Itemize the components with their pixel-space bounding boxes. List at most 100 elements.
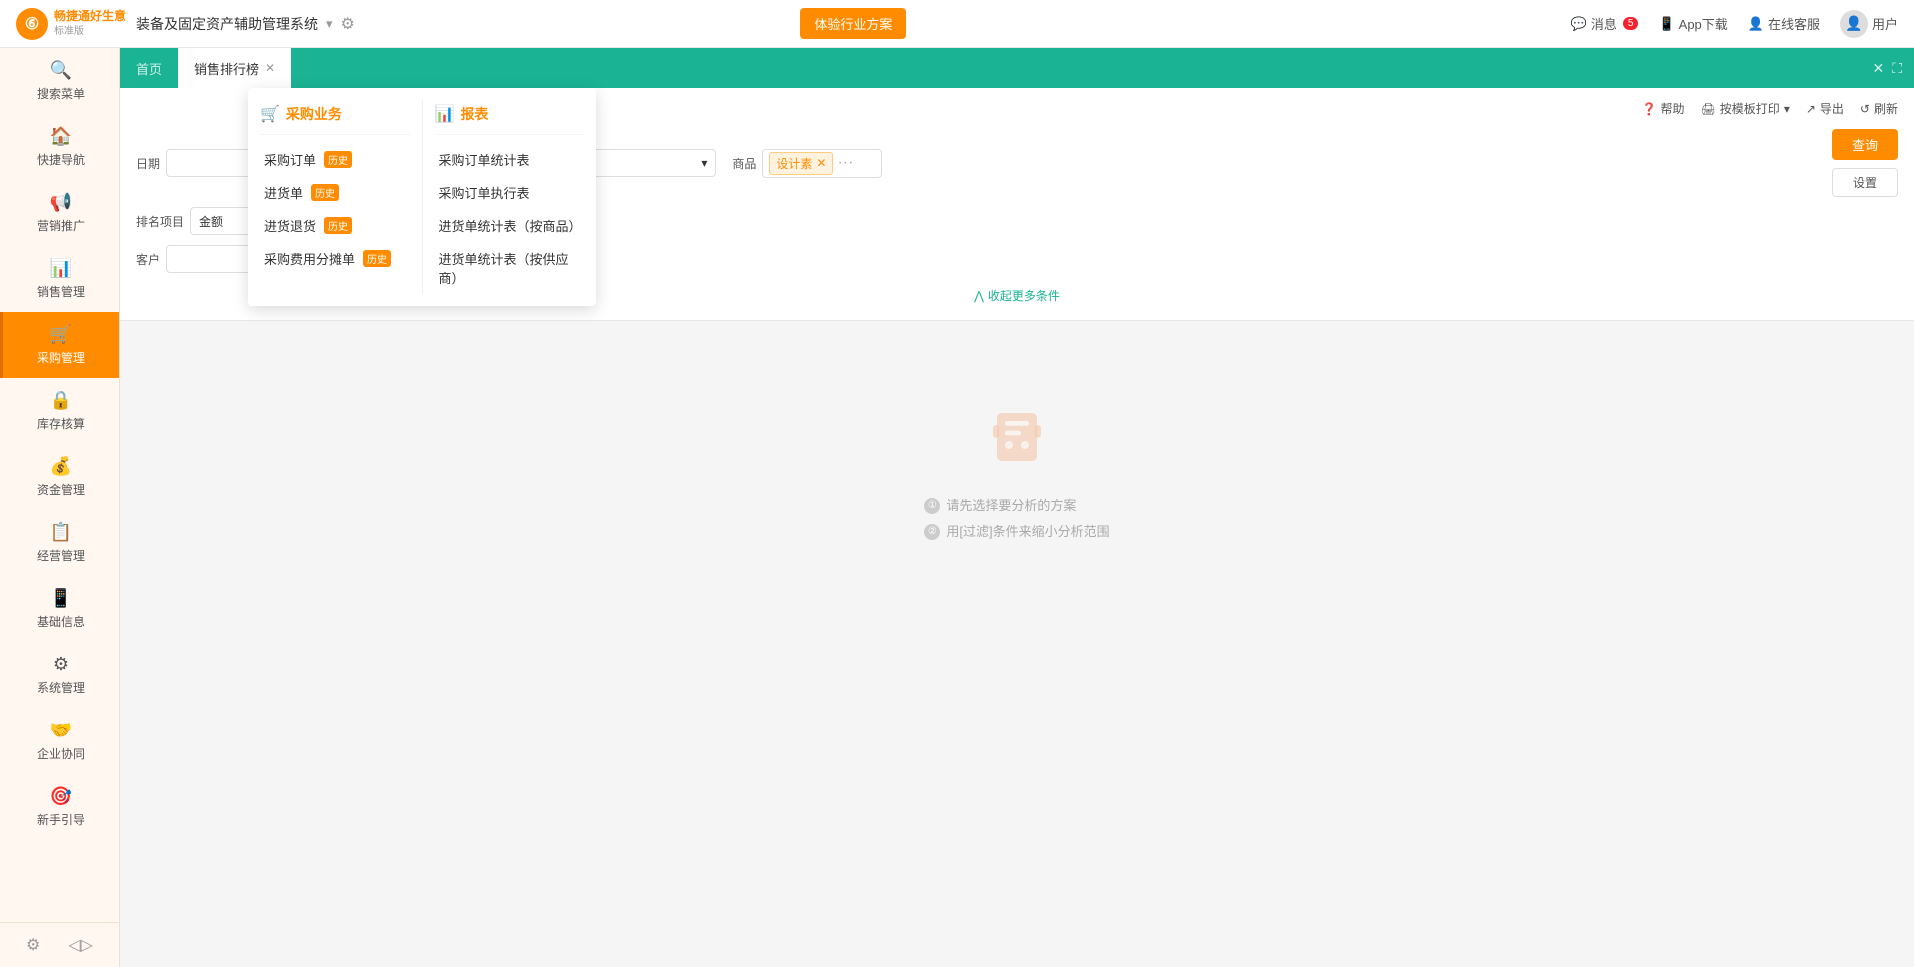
sidebar-item-sales[interactable]: 📊 销售管理 [0, 246, 119, 312]
sidebar-item-operations[interactable]: 📋 经营管理 [0, 510, 119, 576]
print-label: 按模板打印 [1720, 100, 1780, 117]
system-title-area: 装备及固定资产辅助管理系统 ▾ ⚙ [136, 14, 800, 34]
dropdown-inbound[interactable]: 进货单 历史 [260, 176, 410, 209]
export-btn[interactable]: ↗ 导出 [1806, 100, 1844, 117]
content-area: 首页 销售排行榜 ✕ ✕ ⛶ ❓ 帮助 [120, 48, 1914, 967]
refresh-btn[interactable]: ↺ 刷新 [1860, 100, 1898, 117]
window-close-icon[interactable]: ✕ [1872, 60, 1884, 77]
tab-sales-rank-label: 销售排行榜 [194, 59, 259, 78]
dropdown-col-purchase: 🛒 采购业务 采购订单 历史 进货单 历史 进货退货 历史 采购费用分摊单 [248, 100, 422, 294]
dropdown-report-0[interactable]: 采购订单统计表 [435, 143, 585, 176]
report-header-label: 报表 [460, 104, 488, 124]
export-label: 导出 [1820, 100, 1844, 117]
purchase-header-label: 采购业务 [286, 104, 342, 124]
sidebar-label-search: 搜索菜单 [37, 85, 85, 102]
message-badge: 5 [1623, 17, 1639, 30]
dropdown-report-header: 📊 报表 [435, 100, 585, 135]
message-icon: 💬 [1571, 16, 1587, 32]
empty-state: ① 请先选择要分析的方案 ② 用[过滤]条件来缩小分析范围 [120, 321, 1914, 621]
window-maximize-icon[interactable]: ⛶ [1892, 60, 1902, 77]
online-service-btn[interactable]: 👤 在线客服 [1748, 14, 1820, 33]
tab-close-icon[interactable]: ✕ [265, 61, 275, 75]
sidebar-item-system[interactable]: ⚙ 系统管理 [0, 642, 119, 708]
print-dropdown-icon: ▾ [1784, 102, 1790, 116]
sidebar-item-purchase[interactable]: 🛒 采购管理 [0, 312, 119, 378]
dropdown-report-1[interactable]: 采购订单执行表 [435, 176, 585, 209]
history-badge-3: 历史 [363, 250, 391, 267]
report-col-icon: 📊 [435, 104, 455, 124]
dropdown-purchase-order[interactable]: 采购订单 历史 [260, 143, 410, 176]
marketing-icon: 📢 [50, 192, 72, 213]
user-label: 用户 [1872, 14, 1898, 33]
refresh-label: 刷新 [1874, 100, 1898, 117]
sidebar-item-nav[interactable]: 🏠 快捷导航 [0, 114, 119, 180]
query-btn[interactable]: 查询 [1832, 129, 1898, 160]
sidebar-item-newbie[interactable]: 🎯 新手引导 [0, 774, 119, 840]
sidebar-label-system: 系统管理 [37, 679, 85, 696]
finance-icon: 💰 [50, 456, 72, 477]
sidebar-label-cooperation: 企业协同 [37, 745, 85, 762]
system-title-text: 装备及固定资产辅助管理系统 [136, 14, 318, 34]
print-btn[interactable]: 🖨 按模板打印 ▾ [1701, 100, 1790, 117]
app-download-label: App下载 [1679, 14, 1728, 33]
system-icon: ⚙ [53, 654, 69, 675]
app-download-btn[interactable]: 📱 App下载 [1658, 14, 1727, 33]
sidebar-collapse-btn[interactable]: ◁▷ [68, 935, 93, 955]
goods-more-dots[interactable]: ··· [837, 154, 853, 172]
help-btn[interactable]: ❓ 帮助 [1642, 100, 1685, 117]
home-icon: 🏠 [50, 126, 72, 147]
sidebar-label-newbie: 新手引导 [37, 811, 85, 828]
inbound-label: 进货单 [264, 183, 303, 202]
tab-sales-rank[interactable]: 销售排行榜 ✕ [178, 48, 291, 88]
settings-icon[interactable]: ⚙ [341, 14, 355, 34]
main-layout: 🔍 搜索菜单 🏠 快捷导航 📢 营销推广 📊 销售管理 🛒 采购管理 🔒 库存核… [0, 48, 1914, 967]
logo-text: 畅捷通好生意 标准版 [54, 9, 126, 38]
sidebar-settings-btn[interactable]: ⚙ [26, 935, 40, 955]
tab-home[interactable]: 首页 [120, 48, 178, 88]
collapse-up-icon: ⋀ [974, 289, 984, 303]
help-label: 帮助 [1661, 100, 1685, 117]
sidebar-label-sales: 销售管理 [37, 283, 85, 300]
sidebar-item-basic-info[interactable]: 📱 基础信息 [0, 576, 119, 642]
industry-btn[interactable]: 体验行业方案 [800, 8, 906, 39]
set-btn[interactable]: 设置 [1832, 168, 1898, 197]
purchase-order-label: 采购订单 [264, 150, 316, 169]
sales-icon: 📊 [50, 258, 72, 279]
rank-label: 排名项目 [136, 213, 184, 230]
tip-item-2: ② 用[过滤]条件来缩小分析范围 [924, 519, 1109, 545]
sidebar-item-marketing[interactable]: 📢 营销推广 [0, 180, 119, 246]
purchase-dropdown-menu: 🛒 采购业务 采购订单 历史 进货单 历史 进货退货 历史 采购费用分摊单 [248, 88, 596, 306]
goods-tag: 设计素 ✕ [769, 152, 833, 175]
sidebar-label-operations: 经营管理 [37, 547, 85, 564]
history-badge-0: 历史 [324, 151, 352, 168]
message-btn[interactable]: 💬 消息 5 [1571, 14, 1639, 33]
sidebar-item-search[interactable]: 🔍 搜索菜单 [0, 48, 119, 114]
logo-line1: 畅捷通好生意 [54, 9, 126, 25]
sidebar-item-cooperation[interactable]: 🤝 企业协同 [0, 708, 119, 774]
report-3-label: 进货单统计表（按供应商） [439, 249, 581, 287]
dropdown-return[interactable]: 进货退货 历史 [260, 209, 410, 242]
return-label: 进货退货 [264, 216, 316, 235]
message-label: 消息 [1591, 14, 1617, 33]
online-service-label: 在线客服 [1768, 14, 1820, 33]
dropdown-report-2[interactable]: 进货单统计表（按商品） [435, 209, 585, 242]
user-btn[interactable]: 👤 用户 [1840, 10, 1898, 38]
basicinfo-icon: 📱 [50, 588, 72, 609]
tab-home-label: 首页 [136, 59, 162, 78]
sidebar: 🔍 搜索菜单 🏠 快捷导航 📢 营销推广 📊 销售管理 🛒 采购管理 🔒 库存核… [0, 48, 120, 967]
sidebar-label-nav: 快捷导航 [37, 151, 85, 168]
purchase-icon: 🛒 [50, 324, 72, 345]
sidebar-item-finance[interactable]: 💰 资金管理 [0, 444, 119, 510]
goods-tag-remove[interactable]: ✕ [816, 156, 826, 170]
dropdown-expense-alloc[interactable]: 采购费用分摊单 历史 [260, 242, 410, 275]
dropdown-arrow-icon[interactable]: ▾ [326, 16, 333, 32]
collapse-label: 收起更多条件 [988, 287, 1060, 304]
expense-alloc-label: 采购费用分摊单 [264, 249, 355, 268]
search-icon: 🔍 [50, 60, 72, 81]
inventory-icon: 🔒 [50, 390, 72, 411]
sidebar-item-inventory[interactable]: 🔒 库存核算 [0, 378, 119, 444]
dropdown-report-3[interactable]: 进货单统计表（按供应商） [435, 242, 585, 294]
export-icon: ↗ [1806, 102, 1816, 116]
phone-icon: 📱 [1658, 16, 1674, 32]
sidebar-label-inventory: 库存核算 [37, 415, 85, 432]
